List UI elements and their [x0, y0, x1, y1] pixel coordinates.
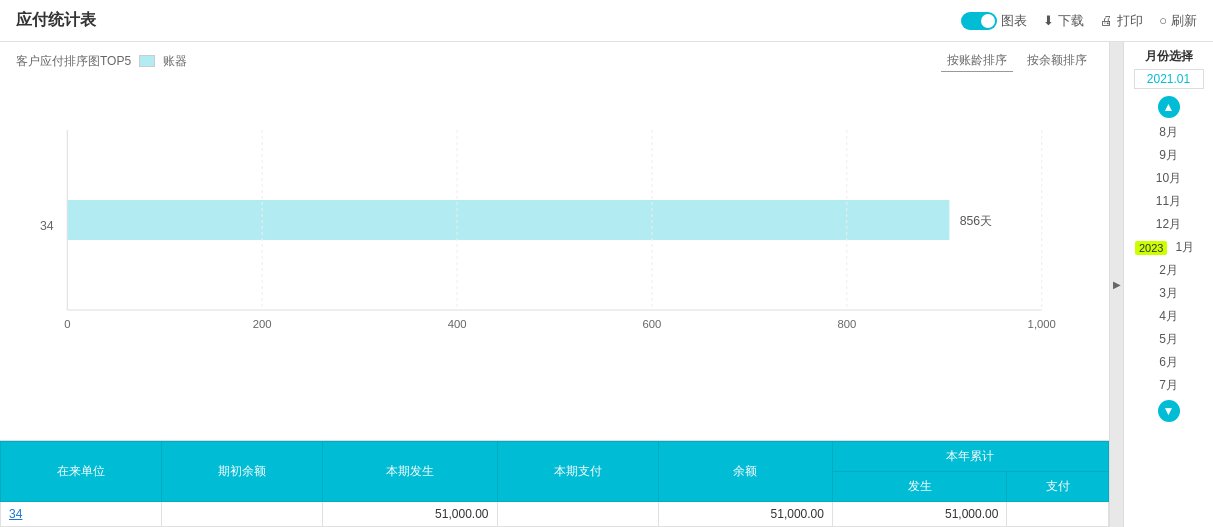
chart-label: 图表	[1001, 12, 1027, 30]
sidebar-month-item[interactable]: 5月	[1143, 328, 1194, 351]
sidebar-month-row: 2月	[1143, 259, 1194, 282]
svg-text:0: 0	[64, 318, 70, 330]
svg-text:856天: 856天	[960, 214, 993, 228]
th-ytd-occur: 发生	[832, 472, 1006, 502]
sidebar-outer: ▶ 月份选择 ▲ 8月9月10月11月12月20231月2月3月4月5月6月7月…	[1109, 42, 1213, 527]
toggle-switch[interactable]	[961, 12, 997, 30]
cell-balance: 51,000.00	[658, 502, 832, 527]
svg-text:34: 34	[40, 219, 54, 233]
svg-rect-1	[67, 200, 949, 240]
sidebar-month-item[interactable]: 7月	[1143, 374, 1194, 397]
sort-by-amount-btn[interactable]: 按余额排序	[1021, 50, 1093, 72]
cell-ytd-occur: 51,000.00	[832, 502, 1006, 527]
sidebar-up-arrow[interactable]: ▲	[1158, 96, 1180, 118]
sidebar-month-item[interactable]: 8月	[1143, 121, 1194, 144]
sidebar-month-row: 11月	[1143, 190, 1194, 213]
th-ytd-pay: 支付	[1007, 472, 1109, 502]
sidebar-month-row: 6月	[1143, 351, 1194, 374]
print-label: 打印	[1117, 12, 1143, 30]
sort-by-balance-btn[interactable]: 按账龄排序	[941, 50, 1013, 72]
svg-text:600: 600	[643, 318, 662, 330]
print-icon: 🖨	[1100, 13, 1113, 28]
sidebar-month-row: 8月	[1143, 121, 1194, 144]
table-row: 34 51,000.00 51,000.00 51,000.00	[1, 502, 1109, 527]
sidebar-month-item[interactable]: 3月	[1143, 282, 1194, 305]
sidebar-month-row: 20231月	[1143, 236, 1194, 259]
sidebar-month-item[interactable]: 4月	[1143, 305, 1194, 328]
chart-toggle[interactable]: 图表	[961, 12, 1027, 30]
sidebar-toggle-icon: ▶	[1111, 279, 1122, 290]
sidebar-month-item[interactable]: 11月	[1143, 190, 1194, 213]
svg-text:1,000: 1,000	[1028, 318, 1056, 330]
legend-box-label: 账器	[163, 53, 187, 70]
th-period-occur: 本期发生	[323, 442, 497, 502]
refresh-icon: ○	[1159, 13, 1167, 28]
sidebar-down-arrow[interactable]: ▼	[1158, 400, 1180, 422]
header: 应付统计表 图表 ⬇ 下载 🖨 打印 ○ 刷新	[0, 0, 1213, 42]
unit-link[interactable]: 34	[9, 507, 22, 521]
sidebar-month-item[interactable]: 1月	[1175, 236, 1194, 259]
svg-text:800: 800	[837, 318, 856, 330]
th-opening: 期初余额	[162, 442, 323, 502]
refresh-label: 刷新	[1171, 12, 1197, 30]
sidebar-month-item[interactable]: 2月	[1143, 259, 1194, 282]
sidebar-month-row: 5月	[1143, 328, 1194, 351]
year-badge: 2023	[1135, 241, 1167, 255]
cell-period-occur: 51,000.00	[323, 502, 497, 527]
right-sidebar: 月份选择 ▲ 8月9月10月11月12月20231月2月3月4月5月6月7月 ▼	[1123, 42, 1213, 527]
main-container: 应付统计表 图表 ⬇ 下载 🖨 打印 ○ 刷新	[0, 0, 1213, 527]
table-section: 在来单位 期初余额 本期发生 本期支付 余额 本年累计 发生 支付	[0, 440, 1109, 527]
bar-chart: 34 856天 0 200 400	[16, 90, 1093, 350]
content-area: 客户应付排序图TOP5 账器 按账龄排序 按余额排序 34	[0, 42, 1213, 527]
cell-opening	[162, 502, 323, 527]
sidebar-month-item[interactable]: 9月	[1143, 144, 1194, 167]
cell-unit: 34	[1, 502, 162, 527]
cell-ytd-pay	[1007, 502, 1109, 527]
download-button[interactable]: ⬇ 下载	[1043, 12, 1084, 30]
chart-sort-buttons: 按账龄排序 按余额排序	[941, 50, 1093, 72]
svg-text:400: 400	[448, 318, 467, 330]
refresh-button[interactable]: ○ 刷新	[1159, 12, 1197, 30]
th-unit: 在来单位	[1, 442, 162, 502]
sidebar-toggle[interactable]: ▶	[1109, 42, 1123, 527]
sidebar-month-item[interactable]: 10月	[1143, 167, 1194, 190]
header-actions: 图表 ⬇ 下载 🖨 打印 ○ 刷新	[961, 12, 1197, 30]
chart-legend: 客户应付排序图TOP5 账器	[16, 53, 187, 70]
sidebar-month-row: 4月	[1143, 305, 1194, 328]
page-title: 应付统计表	[16, 10, 96, 31]
sidebar-month-row: 9月	[1143, 144, 1194, 167]
sidebar-month-row: 10月	[1143, 167, 1194, 190]
svg-text:200: 200	[253, 318, 272, 330]
sidebar-year-input[interactable]	[1134, 69, 1204, 89]
sidebar-month-row: 7月	[1143, 374, 1194, 397]
print-button[interactable]: 🖨 打印	[1100, 12, 1143, 30]
sidebar-months-list: 8月9月10月11月12月20231月2月3月4月5月6月7月	[1143, 121, 1194, 397]
th-balance: 余额	[658, 442, 832, 502]
chart-area: 34 856天 0 200 400	[0, 80, 1109, 440]
sidebar-month-item[interactable]: 12月	[1143, 213, 1194, 236]
chart-header: 客户应付排序图TOP5 账器 按账龄排序 按余额排序	[0, 42, 1109, 80]
sidebar-month-item[interactable]: 6月	[1143, 351, 1194, 374]
th-period-pay: 本期支付	[497, 442, 658, 502]
legend-title: 客户应付排序图TOP5	[16, 53, 131, 70]
download-label: 下载	[1058, 12, 1084, 30]
download-icon: ⬇	[1043, 13, 1054, 28]
cell-period-pay	[497, 502, 658, 527]
th-ytd-group: 本年累计	[832, 442, 1108, 472]
data-table: 在来单位 期初余额 本期发生 本期支付 余额 本年累计 发生 支付	[0, 441, 1109, 527]
sidebar-month-row: 3月	[1143, 282, 1194, 305]
sidebar-month-row: 12月	[1143, 213, 1194, 236]
chart-section: 客户应付排序图TOP5 账器 按账龄排序 按余额排序 34	[0, 42, 1109, 527]
legend-box	[139, 55, 155, 67]
sidebar-month-label: 月份选择	[1145, 48, 1193, 65]
